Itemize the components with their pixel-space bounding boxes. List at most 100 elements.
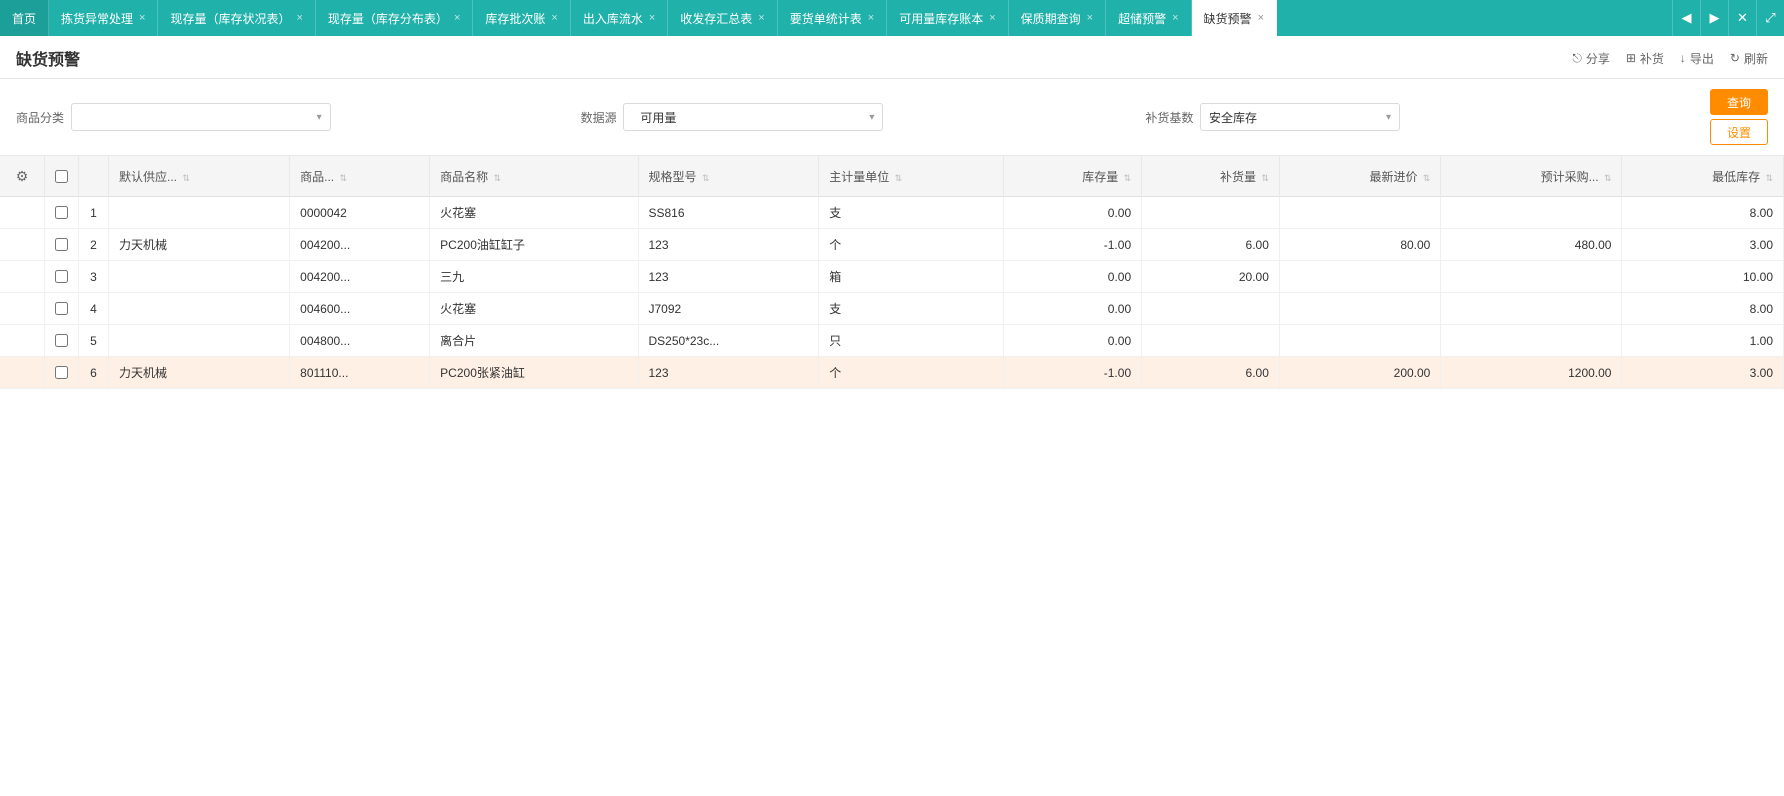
row-supplier-cell xyxy=(109,261,290,293)
row-num-cell: 2 xyxy=(79,229,109,261)
row-num-cell: 5 xyxy=(79,325,109,357)
tab-bar: 首页 拣货异常处理 × 现存量（库存状况表） × 现存量（库存分布表） × 库存… xyxy=(0,0,1784,36)
tab-overstock-warn-close[interactable]: × xyxy=(1172,12,1178,24)
row-checkbox[interactable] xyxy=(55,302,68,315)
tab-batch-account[interactable]: 库存批次账 × xyxy=(473,0,570,36)
row-spec-cell: SS816 xyxy=(638,197,819,229)
category-select[interactable]: ▾ xyxy=(71,103,331,131)
replenish-base-select[interactable]: 安全库存 ▾ xyxy=(1200,103,1400,131)
datasource-select[interactable]: 可用量 ▾ xyxy=(623,103,883,131)
tab-order-stats[interactable]: 要货单统计表 × xyxy=(778,0,887,36)
tab-inout-flow-close[interactable]: × xyxy=(649,12,655,24)
replenish-btn[interactable]: ⊞ 补货 xyxy=(1626,50,1664,67)
row-spec-cell: 123 xyxy=(638,261,819,293)
settings-button[interactable]: 设置 xyxy=(1710,119,1768,145)
col-latest-price[interactable]: 最新进价 ⇅ xyxy=(1279,156,1440,197)
tab-shortage-warn[interactable]: 缺货预警 × xyxy=(1192,0,1277,36)
tab-inventory-status[interactable]: 现存量（库存状况表） × xyxy=(158,0,315,36)
tab-batch-account-close[interactable]: × xyxy=(551,12,557,24)
row-replenish-cell xyxy=(1142,197,1280,229)
tab-next-btn[interactable]: ▶ xyxy=(1700,0,1728,36)
datasource-filter-block: 数据源 可用量 ▾ xyxy=(581,103,1138,131)
row-stock-cell: 0.00 xyxy=(1004,197,1142,229)
tab-overstock-warn[interactable]: 超储预警 × xyxy=(1106,0,1191,36)
row-product-code-cell: 004600... xyxy=(290,293,430,325)
tab-available-ledger[interactable]: 可用量库存账本 × xyxy=(887,0,1008,36)
table-row[interactable]: 6 力天机械 801110... PC200张紧油缸 123 个 -1.00 6… xyxy=(0,357,1784,389)
row-est-purchase-cell xyxy=(1441,325,1622,357)
tab-exception-close[interactable]: × xyxy=(139,12,145,24)
row-est-purchase-cell: 480.00 xyxy=(1441,229,1622,261)
col-min-stock[interactable]: 最低库存 ⇅ xyxy=(1622,156,1784,197)
tab-inventory-dist-close[interactable]: × xyxy=(454,12,460,24)
col-est-purchase[interactable]: 预计采购... ⇅ xyxy=(1441,156,1622,197)
row-num-cell: 4 xyxy=(79,293,109,325)
tab-nav-controls: ◀ ▶ ✕ ⤢ xyxy=(1672,0,1784,36)
row-unit-cell: 只 xyxy=(819,325,1004,357)
refresh-btn[interactable]: ↻ 刷新 xyxy=(1730,50,1768,67)
tab-expiry-query-close[interactable]: × xyxy=(1087,12,1093,24)
tab-available-ledger-close[interactable]: × xyxy=(989,12,995,24)
row-num-cell: 3 xyxy=(79,261,109,293)
select-all-checkbox[interactable] xyxy=(55,170,68,183)
row-unit-cell: 支 xyxy=(819,293,1004,325)
row-product-code-cell: 004200... xyxy=(290,261,430,293)
row-num-cell: 6 xyxy=(79,357,109,389)
tab-maximize-btn[interactable]: ⤢ xyxy=(1756,0,1784,36)
replenish-base-label: 补货基数 xyxy=(1145,109,1193,126)
col-product-name[interactable]: 商品名称 ⇅ xyxy=(430,156,638,197)
row-checkbox[interactable] xyxy=(55,206,68,219)
tab-inout-flow[interactable]: 出入库流水 × xyxy=(571,0,668,36)
table-row[interactable]: 5 004800... 离合片 DS250*23c... 只 0.00 1.00 xyxy=(0,325,1784,357)
row-checkbox-cell xyxy=(45,197,79,229)
tab-shortage-warn-close[interactable]: × xyxy=(1258,12,1264,24)
category-filter-block: 商品分类 ▾ xyxy=(16,103,573,131)
col-unit[interactable]: 主计量单位 ⇅ xyxy=(819,156,1004,197)
tab-close-all-btn[interactable]: ✕ xyxy=(1728,0,1756,36)
tab-prev-btn[interactable]: ◀ xyxy=(1672,0,1700,36)
row-spec-cell: 123 xyxy=(638,357,819,389)
table-row[interactable]: 4 004600... 火花塞 J7092 支 0.00 8.00 xyxy=(0,293,1784,325)
tab-order-stats-close[interactable]: × xyxy=(868,12,874,24)
export-btn[interactable]: ↓ 导出 xyxy=(1680,50,1714,67)
export-icon: ↓ xyxy=(1680,51,1686,65)
row-checkbox[interactable] xyxy=(55,334,68,347)
share-btn[interactable]: ⎋ 分享 xyxy=(1572,50,1610,67)
row-checkbox[interactable] xyxy=(55,270,68,283)
row-min-stock-cell: 8.00 xyxy=(1622,197,1784,229)
tab-exception[interactable]: 拣货异常处理 × xyxy=(49,0,158,36)
row-min-stock-cell: 8.00 xyxy=(1622,293,1784,325)
row-checkbox[interactable] xyxy=(55,238,68,251)
row-settings-cell xyxy=(0,261,45,293)
tab-home[interactable]: 首页 xyxy=(0,0,49,36)
tab-inventory-dist[interactable]: 现存量（库存分布表） × xyxy=(316,0,473,36)
row-latest-price-cell xyxy=(1279,261,1440,293)
col-supplier[interactable]: 默认供应... ⇅ xyxy=(109,156,290,197)
tab-recv-summary-close[interactable]: × xyxy=(758,12,764,24)
tab-inventory-status-close[interactable]: × xyxy=(296,12,302,24)
col-product-code[interactable]: 商品... ⇅ xyxy=(290,156,430,197)
tab-expiry-query[interactable]: 保质期查询 × xyxy=(1009,0,1106,36)
col-spec[interactable]: 规格型号 ⇅ xyxy=(638,156,819,197)
replenish-base-arrow-icon: ▾ xyxy=(1386,112,1391,123)
row-supplier-cell: 力天机械 xyxy=(109,229,290,261)
est-purchase-sort-icon: ⇅ xyxy=(1604,173,1612,183)
column-settings-icon[interactable]: ⚙ xyxy=(10,164,34,188)
row-product-code-cell: 004800... xyxy=(290,325,430,357)
query-button[interactable]: 查询 xyxy=(1710,89,1768,115)
col-replenish[interactable]: 补货量 ⇅ xyxy=(1142,156,1280,197)
table-row[interactable]: 1 0000042 火花塞 SS816 支 0.00 8.00 xyxy=(0,197,1784,229)
table-row[interactable]: 3 004200... 三九 123 箱 0.00 20.00 10.00 xyxy=(0,261,1784,293)
col-stock[interactable]: 库存量 ⇅ xyxy=(1004,156,1142,197)
row-min-stock-cell: 3.00 xyxy=(1622,357,1784,389)
table-row[interactable]: 2 力天机械 004200... PC200油缸缸子 123 个 -1.00 6… xyxy=(0,229,1784,261)
row-checkbox[interactable] xyxy=(55,366,68,379)
row-unit-cell: 支 xyxy=(819,197,1004,229)
tab-recv-summary[interactable]: 收发存汇总表 × xyxy=(668,0,777,36)
row-settings-cell xyxy=(0,357,45,389)
replenish-base-filter-block: 补货基数 安全库存 ▾ xyxy=(1145,103,1702,131)
row-settings-cell xyxy=(0,325,45,357)
min-stock-sort-icon: ⇅ xyxy=(1765,173,1773,183)
row-unit-cell: 个 xyxy=(819,357,1004,389)
row-spec-cell: DS250*23c... xyxy=(638,325,819,357)
